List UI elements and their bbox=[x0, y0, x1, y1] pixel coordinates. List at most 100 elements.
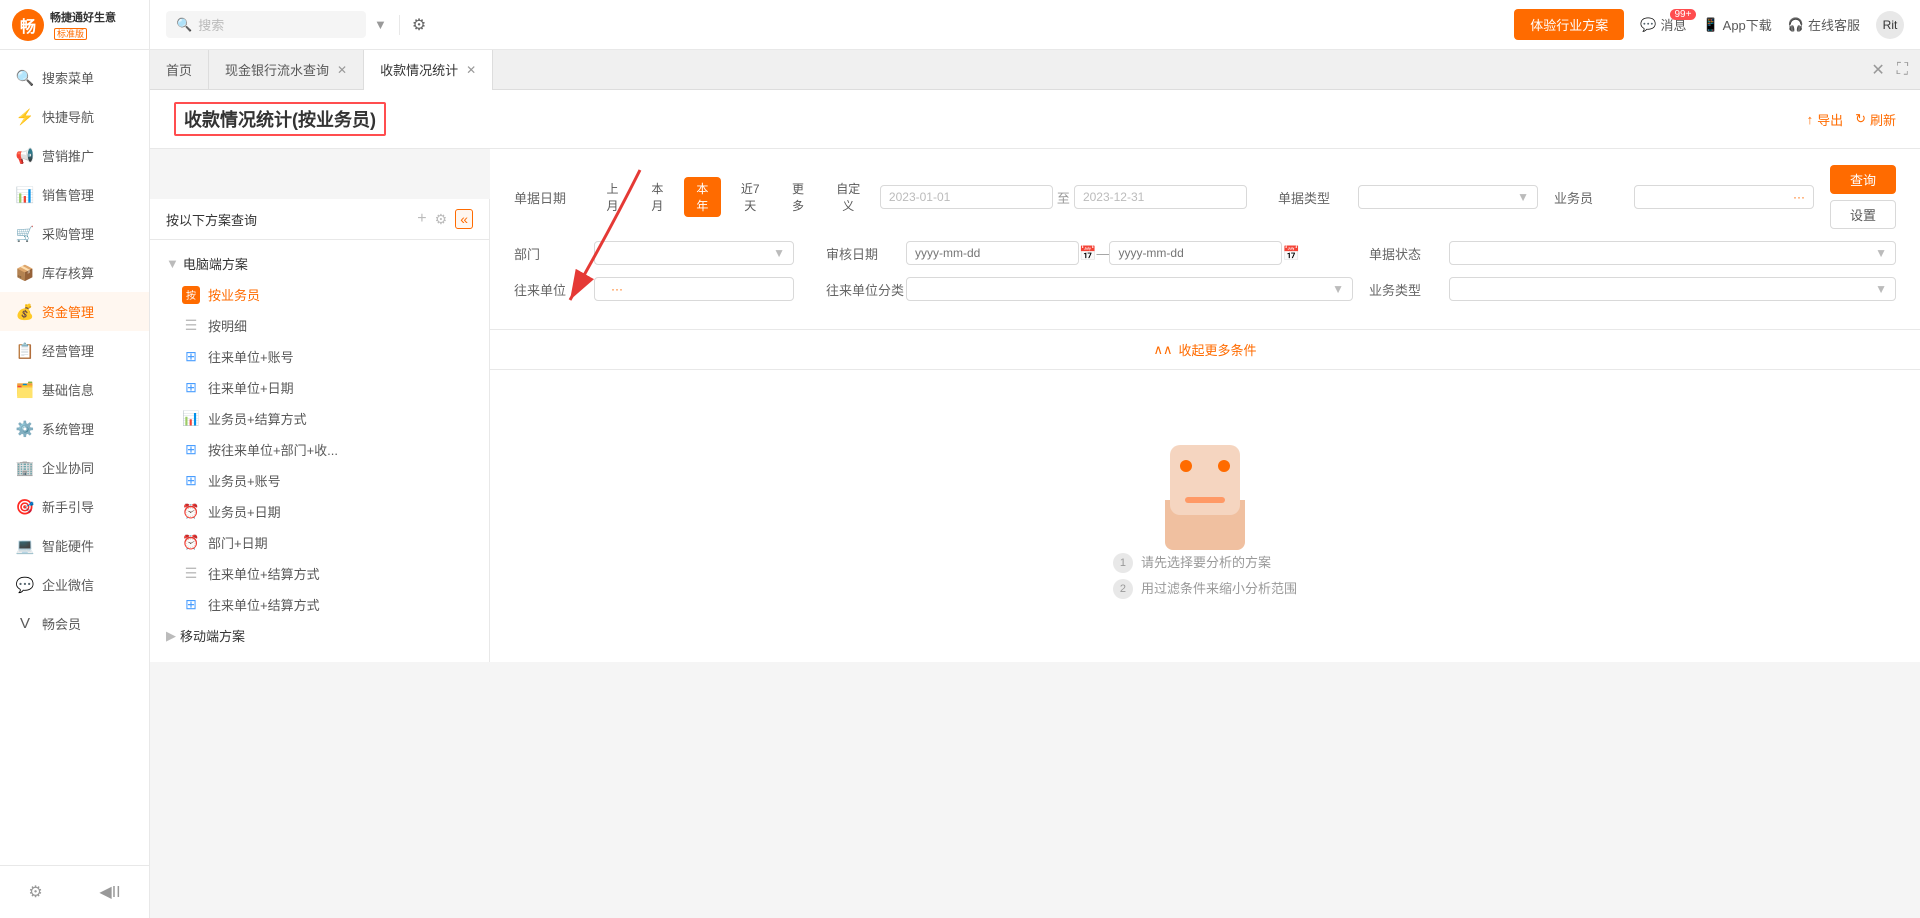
tab-home[interactable]: 首页 bbox=[150, 50, 209, 90]
topbar: 🔍 搜索 ▼ ⚙ 体验行业方案 💬 消息 99+ 📱 App下载 🎧 在线客服 … bbox=[150, 0, 1920, 50]
sidebar-item-vip[interactable]: V 畅会员 bbox=[0, 604, 149, 643]
tab-bank-close[interactable]: ✕ bbox=[337, 63, 347, 77]
tree-icon-salesman-account: ⊞ bbox=[182, 472, 200, 490]
tree-item-unit-settle2[interactable]: ⊞ 往来单位+结算方式 bbox=[150, 589, 489, 620]
salesman-select[interactable]: ··· bbox=[1634, 185, 1814, 209]
sidebar-settings-btn[interactable]: ⚙ bbox=[20, 874, 50, 910]
purchase-icon: 🛒 bbox=[16, 225, 34, 243]
tree-item-unit-settle1[interactable]: ☰ 往来单位+结算方式 bbox=[150, 558, 489, 589]
tree-item-unit-dept[interactable]: ⊞ 按往来单位+部门+收... bbox=[150, 434, 489, 465]
topbar-actions: 体验行业方案 💬 消息 99+ 📱 App下载 🎧 在线客服 Rit bbox=[1514, 9, 1904, 40]
date-btn-last-month[interactable]: 上月 bbox=[594, 177, 631, 217]
date-btn-group: 上月 本月 本年 近7天 更多 自定义 至 bbox=[594, 177, 1247, 217]
tree-item-unit-account[interactable]: ⊞ 往来单位+账号 bbox=[150, 341, 489, 372]
left-panel-actions: + ⚙ « bbox=[417, 209, 473, 229]
tab-collection-close[interactable]: ✕ bbox=[466, 63, 476, 77]
dept-select[interactable]: ▼ bbox=[594, 241, 794, 265]
counterpart-more[interactable]: ··· bbox=[611, 282, 623, 296]
tab-bank-label: 现金银行流水查询 bbox=[225, 60, 329, 79]
sidebar-item-hardware[interactable]: 💻 智能硬件 bbox=[0, 526, 149, 565]
sidebar-item-basic-label: 基础信息 bbox=[42, 380, 94, 399]
finance-icon: 💰 bbox=[16, 303, 34, 321]
tab-collection[interactable]: 收款情况统计 ✕ bbox=[364, 50, 493, 90]
date-btn-7days[interactable]: 近7天 bbox=[729, 177, 772, 217]
review-date-to[interactable] bbox=[1109, 241, 1282, 265]
marketing-icon: 📢 bbox=[16, 147, 34, 165]
quicknav-icon: ⚡ bbox=[16, 108, 34, 126]
tree-expand-icon: ▼ bbox=[166, 256, 179, 271]
salesman-more[interactable]: ··· bbox=[1793, 190, 1805, 204]
app-download-btn[interactable]: 📱 App下载 bbox=[1702, 15, 1771, 34]
sidebar-item-operations[interactable]: 📋 经营管理 bbox=[0, 331, 149, 370]
date-btn-this-year[interactable]: 本年 bbox=[684, 177, 721, 217]
topbar-search[interactable]: 🔍 搜索 bbox=[166, 11, 366, 38]
sidebar-collapse-btn[interactable]: ◀II bbox=[91, 874, 128, 910]
date-btn-more[interactable]: 更多 bbox=[780, 177, 817, 217]
sidebar-item-marketing[interactable]: 📢 营销推广 bbox=[0, 136, 149, 175]
dept-arrow: ▼ bbox=[773, 246, 785, 260]
query-btn[interactable]: 查询 bbox=[1830, 165, 1896, 194]
sidebar-item-finance-label: 资金管理 bbox=[42, 302, 94, 321]
date-to-input[interactable] bbox=[1074, 185, 1247, 209]
date-btn-custom[interactable]: 自定义 bbox=[825, 177, 872, 217]
left-panel-add-btn[interactable]: + bbox=[417, 210, 426, 228]
export-btn[interactable]: ↑ 导出 bbox=[1807, 110, 1844, 129]
inventory-icon: 📦 bbox=[16, 264, 34, 282]
sidebar-item-basic[interactable]: 🗂️ 基础信息 bbox=[0, 370, 149, 409]
sidebar-item-guide[interactable]: 🎯 新手引导 bbox=[0, 487, 149, 526]
service-icon: 🎧 bbox=[1788, 17, 1804, 33]
sidebar-item-search-label: 搜索菜单 bbox=[42, 68, 94, 87]
doc-status-select[interactable]: ▼ bbox=[1449, 241, 1896, 265]
counterpart-type-select[interactable]: ▼ bbox=[906, 277, 1353, 301]
sidebar-item-wechat-label: 企业微信 bbox=[42, 575, 94, 594]
counterpart-select[interactable]: ··· bbox=[594, 277, 794, 301]
trial-btn[interactable]: 体验行业方案 bbox=[1514, 9, 1624, 40]
tree-item-salesman-date[interactable]: ⏰ 业务员+日期 bbox=[150, 496, 489, 527]
left-panel-settings-btn[interactable]: ⚙ bbox=[435, 211, 448, 228]
tree-label-unit-date: 往来单位+日期 bbox=[208, 378, 294, 397]
topbar-gear-btn[interactable]: ⚙ bbox=[412, 15, 426, 35]
sidebar-item-enterprise[interactable]: 🏢 企业协同 bbox=[0, 448, 149, 487]
setting-btn[interactable]: 设置 bbox=[1830, 200, 1896, 229]
tree-item-by-detail[interactable]: ☰ 按明细 bbox=[150, 310, 489, 341]
tab-close-all-btn[interactable]: ✕ bbox=[1871, 60, 1884, 80]
sidebar-item-sales[interactable]: 📊 销售管理 bbox=[0, 175, 149, 214]
page-header: 收款情况统计(按业务员) ↑ 导出 ↻ 刷新 bbox=[150, 90, 1920, 149]
left-panel-collapse-btn[interactable]: « bbox=[455, 209, 473, 229]
tree-item-dept-date[interactable]: ⏰ 部门+日期 bbox=[150, 527, 489, 558]
tab-fullscreen-btn[interactable]: ⛶ bbox=[1897, 61, 1908, 79]
tree-item-unit-date[interactable]: ⊞ 往来单位+日期 bbox=[150, 372, 489, 403]
tree-item-salesman-account[interactable]: ⊞ 业务员+账号 bbox=[150, 465, 489, 496]
online-service-btn[interactable]: 🎧 在线客服 bbox=[1788, 15, 1860, 34]
tree-item-by-salesman[interactable]: 按 按业务员 bbox=[150, 279, 489, 310]
sidebar-item-system[interactable]: ⚙️ 系统管理 bbox=[0, 409, 149, 448]
tree-item-salesman-settle[interactable]: 📊 业务员+结算方式 bbox=[150, 403, 489, 434]
date-from-input[interactable] bbox=[880, 185, 1053, 209]
tree-desktop-parent[interactable]: ▼ 电脑端方案 bbox=[150, 248, 489, 279]
doc-type-select[interactable]: ▼ bbox=[1358, 185, 1538, 209]
tree-mobile-parent[interactable]: ▶ 移动端方案 bbox=[150, 620, 489, 651]
sidebar-item-guide-label: 新手引导 bbox=[42, 497, 94, 516]
tab-bank[interactable]: 现金银行流水查询 ✕ bbox=[209, 50, 364, 90]
review-cal-from[interactable]: 📅 bbox=[1079, 245, 1096, 262]
sidebar-item-quicknav[interactable]: ⚡ 快捷导航 bbox=[0, 97, 149, 136]
operations-icon: 📋 bbox=[16, 342, 34, 360]
date-btn-this-month[interactable]: 本月 bbox=[639, 177, 676, 217]
refresh-btn[interactable]: ↻ 刷新 bbox=[1855, 110, 1896, 129]
content-right: 单据日期 上月 本月 本年 近7天 更多 自定义 至 bbox=[490, 149, 1920, 662]
topbar-dropdown-icon[interactable]: ▼ bbox=[374, 17, 387, 32]
sidebar-item-finance[interactable]: 💰 资金管理 bbox=[0, 292, 149, 331]
sidebar-item-inventory[interactable]: 📦 库存核算 bbox=[0, 253, 149, 292]
sidebar-item-inventory-label: 库存核算 bbox=[42, 263, 94, 282]
user-avatar[interactable]: Rit bbox=[1876, 11, 1904, 39]
collapse-bar[interactable]: ∧∧ 收起更多条件 bbox=[490, 330, 1920, 370]
biz-type-select[interactable]: ▼ bbox=[1449, 277, 1896, 301]
sidebar-item-purchase[interactable]: 🛒 采购管理 bbox=[0, 214, 149, 253]
sidebar-item-wechat[interactable]: 💬 企业微信 bbox=[0, 565, 149, 604]
tree-label-unit-settle2: 往来单位+结算方式 bbox=[208, 595, 320, 614]
review-cal-to[interactable]: 📅 bbox=[1282, 245, 1299, 262]
sidebar-item-search[interactable]: 🔍 搜索菜单 bbox=[0, 58, 149, 97]
message-btn[interactable]: 💬 消息 99+ bbox=[1640, 15, 1686, 34]
step-2-text: 用过滤条件来缩小分析范围 bbox=[1141, 576, 1297, 602]
review-date-from[interactable] bbox=[906, 241, 1079, 265]
